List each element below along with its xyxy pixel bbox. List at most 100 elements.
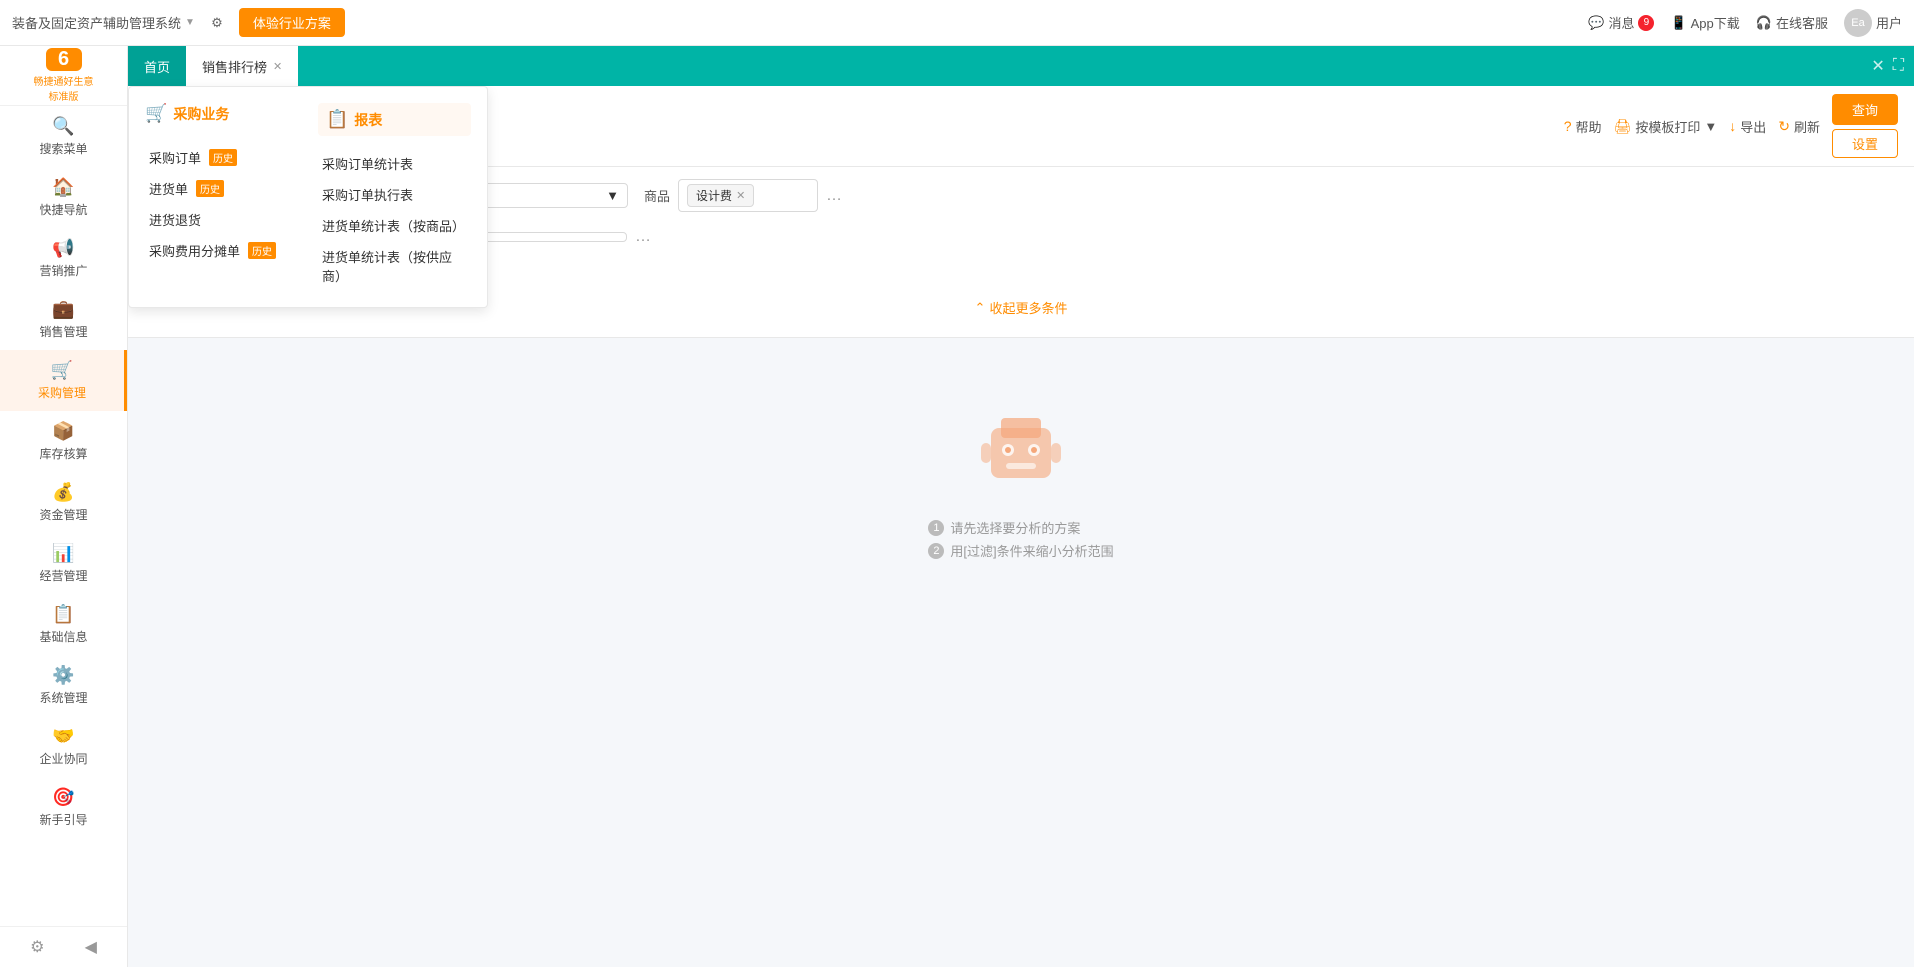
search-icon: 🔍 <box>52 116 74 137</box>
dropdown-item-incoming-stat-goods[interactable]: 进货单统计表（按商品） <box>318 210 471 241</box>
export-btn[interactable]: ↓ 导出 <box>1729 117 1766 136</box>
sidebar-label-inventory: 库存核算 <box>39 445 87 462</box>
logo-icon: 6 <box>46 48 82 71</box>
sidebar-label-basic-info: 基础信息 <box>39 628 87 645</box>
sidebar-item-purchase[interactable]: 🛒 采购管理 <box>0 350 127 411</box>
tab-bar: 首页 销售排行榜 ✕ ✕ ⛶ 🛒 采购业务 <box>128 46 1914 86</box>
export-label: 导出 <box>1740 117 1766 136</box>
history-badge-3: 历史 <box>248 242 276 259</box>
filter-status-chevron: ▼ <box>606 188 619 203</box>
sidebar-collapse-btn[interactable]: ◀ <box>85 937 97 957</box>
help-btn[interactable]: ? 帮助 <box>1564 117 1602 136</box>
purchase-col-title-label: 采购业务 <box>173 104 229 124</box>
purchase-col-title: 🛒 采购业务 <box>145 103 298 130</box>
sidebar-label-enterprise: 企业协同 <box>39 750 87 767</box>
sidebar-item-sales[interactable]: 💼 销售管理 <box>0 289 127 350</box>
sidebar-item-system[interactable]: ⚙️ 系统管理 <box>0 655 127 716</box>
help-label: 帮助 <box>1576 117 1602 136</box>
sidebar-item-enterprise[interactable]: 🤝 企业协同 <box>0 716 127 777</box>
incoming-stat-goods-label: 进货单统计表（按商品） <box>322 216 465 235</box>
sidebar-label-beginner: 新手引导 <box>39 811 87 828</box>
user-label: 用户 <box>1876 13 1902 32</box>
online-service-btn[interactable]: 🎧 在线客服 <box>1756 13 1828 32</box>
refresh-btn[interactable]: ↻ 刷新 <box>1778 117 1820 136</box>
sidebar-item-finance[interactable]: 💰 资金管理 <box>0 472 127 533</box>
headset-icon: 🎧 <box>1756 15 1772 31</box>
tab-bar-end: ✕ ⛶ <box>1861 46 1914 86</box>
sidebar-item-quick-nav[interactable]: 🏠 快捷导航 <box>0 167 127 228</box>
incoming-label: 进货单 <box>149 179 188 198</box>
purchase-col-icon: 🛒 <box>145 103 167 124</box>
print-label: 按模板打印 <box>1635 117 1700 136</box>
step1-text: 请先选择要分析的方案 <box>950 518 1080 537</box>
clipboard-icon: 📋 <box>52 604 74 625</box>
message-btn[interactable]: 💬 消息 9 <box>1588 13 1654 32</box>
chart-icon: 📊 <box>52 543 74 564</box>
system-name: 装备及固定资产辅助管理系统 <box>12 13 181 32</box>
sidebar-settings-btn[interactable]: ⚙ <box>30 937 44 957</box>
sidebar-item-basic-info[interactable]: 📋 基础信息 <box>0 594 127 655</box>
query-btn[interactable]: 查询 <box>1832 94 1898 125</box>
gear-icon: ⚙️ <box>52 665 74 686</box>
dropdown-item-incoming[interactable]: 进货单 历史 <box>145 173 298 204</box>
dropdown-item-purchase-order[interactable]: 采购订单 历史 <box>145 142 298 173</box>
filter-goods-tag: 设计费 ✕ <box>687 184 754 207</box>
tab-sales-ranking[interactable]: 销售排行榜 ✕ <box>186 46 298 86</box>
goods-tag-close[interactable]: ✕ <box>736 189 745 202</box>
dropdown-item-return[interactable]: 进货退货 <box>145 204 298 235</box>
sidebar-item-search[interactable]: 🔍 搜索菜单 <box>0 106 127 167</box>
filter-goods-input[interactable]: 设计费 ✕ <box>678 179 818 212</box>
sidebar-label-operation: 经营管理 <box>39 567 87 584</box>
message-icon: 💬 <box>1588 15 1604 31</box>
sidebar-item-inventory[interactable]: 📦 库存核算 <box>0 411 127 472</box>
sidebar-item-marketing[interactable]: 📢 营销推广 <box>0 228 127 289</box>
settings-icon[interactable]: ⚙ <box>203 9 231 37</box>
app-download-btn[interactable]: 📱 App下载 <box>1670 13 1739 32</box>
refresh-icon: ↻ <box>1778 118 1790 135</box>
logo-edition: 标准版 <box>49 88 79 103</box>
dropdown-item-purchase-exec[interactable]: 采购订单执行表 <box>318 179 471 210</box>
system-chevron-icon: ▼ <box>185 17 195 28</box>
filter-goods: 商品 设计费 ✕ … <box>644 179 842 212</box>
tab-home[interactable]: 首页 <box>128 46 186 86</box>
goods-ellipsis-btn[interactable]: … <box>826 187 842 205</box>
tab-close-all-icon[interactable]: ✕ <box>1871 56 1884 76</box>
setting-btn[interactable]: 设置 <box>1832 129 1898 158</box>
tab-home-label: 首页 <box>144 57 170 76</box>
megaphone-icon: 📢 <box>52 238 74 259</box>
message-badge: 9 <box>1638 15 1654 31</box>
purchase-col: 🛒 采购业务 采购订单 历史 进货单 历史 进货退货 <box>145 103 298 291</box>
dropdown-item-expense[interactable]: 采购费用分摊单 历史 <box>145 235 298 266</box>
dropdown-item-purchase-stat[interactable]: 采购订单统计表 <box>318 148 471 179</box>
sidebar-label-search: 搜索菜单 <box>39 140 87 157</box>
tab-close-icon[interactable]: ✕ <box>273 60 282 73</box>
history-badge-0: 历史 <box>209 149 237 166</box>
app-download-label: App下载 <box>1691 13 1740 32</box>
sidebar-label-system: 系统管理 <box>39 689 87 706</box>
system-selector[interactable]: 装备及固定资产辅助管理系统 ▼ <box>12 13 195 32</box>
dropdown-menu: 🛒 采购业务 采购订单 历史 进货单 历史 进货退货 <box>128 86 488 308</box>
purchase-stat-label: 采购订单统计表 <box>322 154 413 173</box>
salesperson-ellipsis-btn[interactable]: … <box>635 228 651 246</box>
online-service-label: 在线客服 <box>1776 13 1828 32</box>
sidebar-label-sales: 销售管理 <box>39 323 87 340</box>
empty-state: 1 请先选择要分析的方案 2 用[过滤]条件来缩小分析范围 <box>128 338 1914 624</box>
step2-num: 2 <box>928 543 944 559</box>
industry-btn[interactable]: 体验行业方案 <box>239 8 345 37</box>
print-btn[interactable]: 🖨 按模板打印 ▼ <box>1614 117 1718 136</box>
tab-expand-icon[interactable]: ⛶ <box>1893 57 1904 75</box>
sidebar-label-marketing: 营销推广 <box>39 262 87 279</box>
sidebar: 6 畅捷通好生意 标准版 🔍 搜索菜单 🏠 快捷导航 📢 营销推广 <box>0 46 128 967</box>
empty-text: 1 请先选择要分析的方案 2 用[过滤]条件来缩小分析范围 <box>928 514 1113 564</box>
main-body: 6 畅捷通好生意 标准版 🔍 搜索菜单 🏠 快捷导航 📢 营销推广 <box>0 46 1914 967</box>
dropdown-item-incoming-stat-supplier[interactable]: 进货单统计表（按供应商） <box>318 241 471 291</box>
purchase-order-label: 采购订单 <box>149 148 201 167</box>
sidebar-item-beginner[interactable]: 🎯 新手引导 <box>0 777 127 838</box>
sidebar-item-operation[interactable]: 📊 经营管理 <box>0 533 127 594</box>
user-btn[interactable]: Ea 用户 <box>1844 9 1902 37</box>
target-icon: 🎯 <box>52 787 74 808</box>
phone-icon: 📱 <box>1670 15 1686 31</box>
message-label: 消息 <box>1608 13 1634 32</box>
top-bar: 装备及固定资产辅助管理系统 ▼ ⚙ 体验行业方案 💬 消息 9 📱 App下载 … <box>0 0 1914 46</box>
home-icon: 🏠 <box>52 177 74 198</box>
